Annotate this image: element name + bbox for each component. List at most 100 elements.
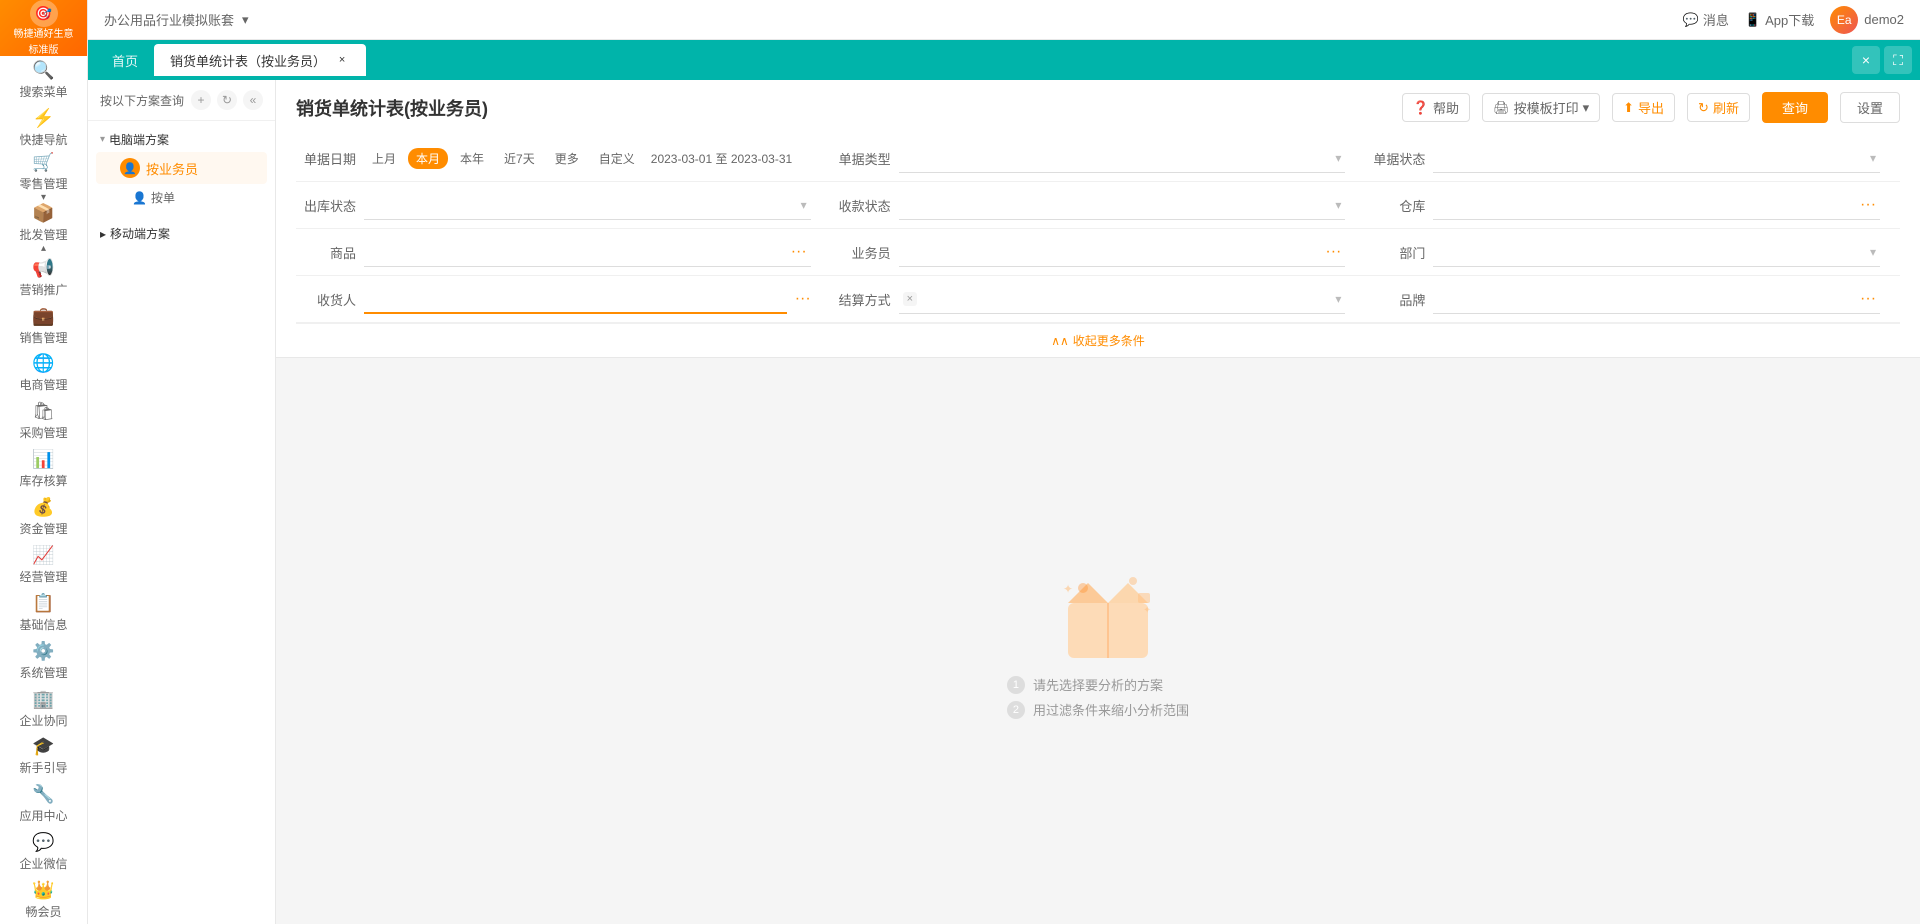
brand-select[interactable]: ··· [1433, 284, 1880, 314]
consignee-dots[interactable]: ··· [795, 290, 811, 308]
pc-section-title[interactable]: ▾ 电脑端方案 [96, 127, 267, 152]
receipt-status-select[interactable] [899, 190, 1346, 220]
tab-home-label: 首页 [112, 51, 138, 70]
panel-add-icon: + [197, 93, 204, 107]
sidebar-item-quicknav[interactable]: ⚡ 快捷导航 [0, 104, 88, 152]
brand-dots[interactable]: ··· [1860, 290, 1876, 308]
sidebar-item-label-inventory: 库存核算 [19, 472, 67, 489]
payment-tag-x-btn[interactable]: × [907, 293, 913, 305]
panel-item-by-salesperson[interactable]: 👤 按业务员 [96, 152, 267, 184]
settings-btn[interactable]: 设置 [1840, 92, 1900, 123]
top-header: 办公用品行业模拟账套 ▾ 💬 消息 📱 App下载 Ea demo2 [88, 0, 1920, 40]
doc-status-select[interactable] [1433, 143, 1880, 173]
warehouse-select[interactable]: ··· [1433, 190, 1880, 220]
sidebar-item-system[interactable]: ⚙️ 系统管理 [0, 637, 88, 685]
purchase-icon: 🛍 [32, 401, 55, 422]
panel-add-btn[interactable]: + [191, 90, 211, 110]
sidebar-item-corpwechat[interactable]: 💬 企业微信 [0, 828, 88, 876]
panel-title: 按以下方案查询 [100, 92, 184, 109]
sidebar-item-inventory[interactable]: 📊 库存核算 [0, 445, 88, 493]
help-btn[interactable]: ❓ 帮助 [1402, 93, 1470, 122]
panel-header-icons: + ↻ « [191, 90, 263, 110]
sidebar-item-basic[interactable]: 📋 基础信息 [0, 589, 88, 637]
sidebar-item-marketing[interactable]: 📢 营销推广 [0, 254, 88, 302]
filter-item-dept: 部门 [1365, 237, 1900, 267]
message-icon: 💬 [1683, 12, 1699, 28]
salesperson-select[interactable]: ··· [899, 237, 1346, 267]
app-download-btn[interactable]: 📱 App下载 [1745, 10, 1814, 29]
sidebar-item-apps[interactable]: 🔧 应用中心 [0, 780, 88, 828]
period-this-month[interactable]: 本月 [408, 148, 448, 169]
sidebar-item-member[interactable]: 👑 畅会员 [0, 876, 88, 924]
period-last-month[interactable]: 上月 [364, 148, 404, 169]
user-area[interactable]: Ea demo2 [1830, 6, 1904, 34]
sidebar-item-wholesale[interactable]: 📦 批发管理 ▴ [0, 203, 88, 254]
sidebar-item-label-apps: 应用中心 [19, 807, 67, 824]
mobile-section-title[interactable]: ▸ 移动端方案 [96, 221, 267, 246]
page-title: 销货单统计表(按业务员) [296, 95, 488, 121]
sidebar-item-enterprise[interactable]: 🏢 企业协同 [0, 685, 88, 733]
sidebar-item-finance[interactable]: 💰 资金管理 [0, 493, 88, 541]
tab-close-icon[interactable]: × [334, 52, 350, 68]
sidebar-item-label-operations: 经营管理 [19, 568, 67, 585]
sidebar-item-label-sales: 销售管理 [19, 329, 67, 346]
panel-subitem-by-order[interactable]: 👤 按单 [96, 184, 267, 211]
wholesale-icon: 📦 [32, 203, 54, 224]
payment-select[interactable]: × [899, 284, 1346, 314]
period-last-7-days[interactable]: 近7天 [496, 148, 543, 169]
warehouse-label: 仓库 [1365, 196, 1425, 215]
panel-collapse-btn[interactable]: « [243, 90, 263, 110]
template-print-btn[interactable]: 🖨 按模板打印 ▾ [1482, 93, 1600, 122]
period-this-year[interactable]: 本年 [452, 148, 492, 169]
period-custom[interactable]: 自定义 [591, 148, 643, 169]
ecommerce-icon: 🌐 [32, 353, 54, 374]
product-select[interactable]: ··· [364, 237, 811, 267]
panel-refresh-icon: ↻ [222, 93, 232, 107]
tab-home[interactable]: 首页 [96, 44, 154, 76]
dept-select[interactable] [1433, 237, 1880, 267]
dept-label: 部门 [1365, 243, 1425, 262]
filter-item-out-status: 出库状态 [296, 190, 831, 220]
query-btn[interactable]: 查询 [1762, 92, 1828, 123]
inventory-icon: 📊 [32, 449, 54, 470]
sidebar-item-newbie[interactable]: 🎓 新手引导 [0, 733, 88, 781]
product-dots[interactable]: ··· [791, 243, 807, 261]
warehouse-dots[interactable]: ··· [1860, 196, 1876, 214]
empty-illustration: ✦ ✦ [1048, 563, 1168, 663]
page-actions: ❓ 帮助 🖨 按模板打印 ▾ ⬆ 导出 ↻ [1402, 92, 1900, 123]
salesperson-dots[interactable]: ··· [1325, 243, 1341, 261]
period-more[interactable]: 更多 [547, 148, 587, 169]
sidebar-item-purchase[interactable]: 🛍 采购管理 [0, 397, 88, 445]
sidebar-item-search[interactable]: 🔍 搜索菜单 [0, 56, 88, 104]
sidebar-item-label-basic: 基础信息 [19, 616, 67, 633]
retail-expand-icon: ▾ [41, 192, 46, 203]
consignee-input[interactable] [364, 284, 787, 314]
collapse-bar[interactable]: ∧∧ 收起更多条件 [296, 323, 1900, 357]
message-btn[interactable]: 💬 消息 [1683, 10, 1729, 29]
system-icon: ⚙️ [32, 641, 54, 662]
filter-form: 单据日期 上月 本月 本年 近7天 更多 自定义 2023-03-01 至 20… [296, 135, 1900, 357]
page-header: 销货单统计表(按业务员) ❓ 帮助 🖨 按模板打印 ▾ ⬆ [276, 80, 1920, 358]
tab-maximize-btn[interactable]: ⛶ [1884, 46, 1912, 74]
tab-sales-stat[interactable]: 销货单统计表（按业务员） × [154, 44, 366, 76]
panel-refresh-btn[interactable]: ↻ [217, 90, 237, 110]
left-panel: 按以下方案查询 + ↻ « ▾ 电脑端方案 [88, 80, 276, 924]
sidebar-item-label-search: 搜索菜单 [19, 83, 67, 100]
workspace-dropdown-icon[interactable]: ▾ [242, 12, 249, 28]
refresh-icon: ↻ [1698, 100, 1709, 116]
tab-close-window-btn[interactable]: × [1852, 46, 1880, 74]
doc-type-select[interactable] [899, 143, 1346, 173]
sidebar-item-retail[interactable]: 🛒 零售管理 ▾ [0, 152, 88, 203]
svg-text:✦: ✦ [1143, 605, 1151, 616]
panel-subitem-label: 按单 [151, 189, 175, 206]
sidebar-item-ecommerce[interactable]: 🌐 电商管理 [0, 350, 88, 398]
out-status-select[interactable] [364, 190, 811, 220]
collapse-label: 收起更多条件 [1073, 332, 1145, 349]
sidebar-item-label-enterprise: 企业协同 [19, 712, 67, 729]
refresh-btn[interactable]: ↻ 刷新 [1687, 93, 1750, 122]
tab-sales-stat-label: 销货单统计表（按业务员） [170, 51, 326, 70]
export-btn[interactable]: ⬆ 导出 [1612, 93, 1675, 122]
sidebar-item-operations[interactable]: 📈 经营管理 [0, 541, 88, 589]
marketing-icon: 📢 [32, 258, 54, 279]
sidebar-item-sales[interactable]: 💼 销售管理 [0, 302, 88, 350]
